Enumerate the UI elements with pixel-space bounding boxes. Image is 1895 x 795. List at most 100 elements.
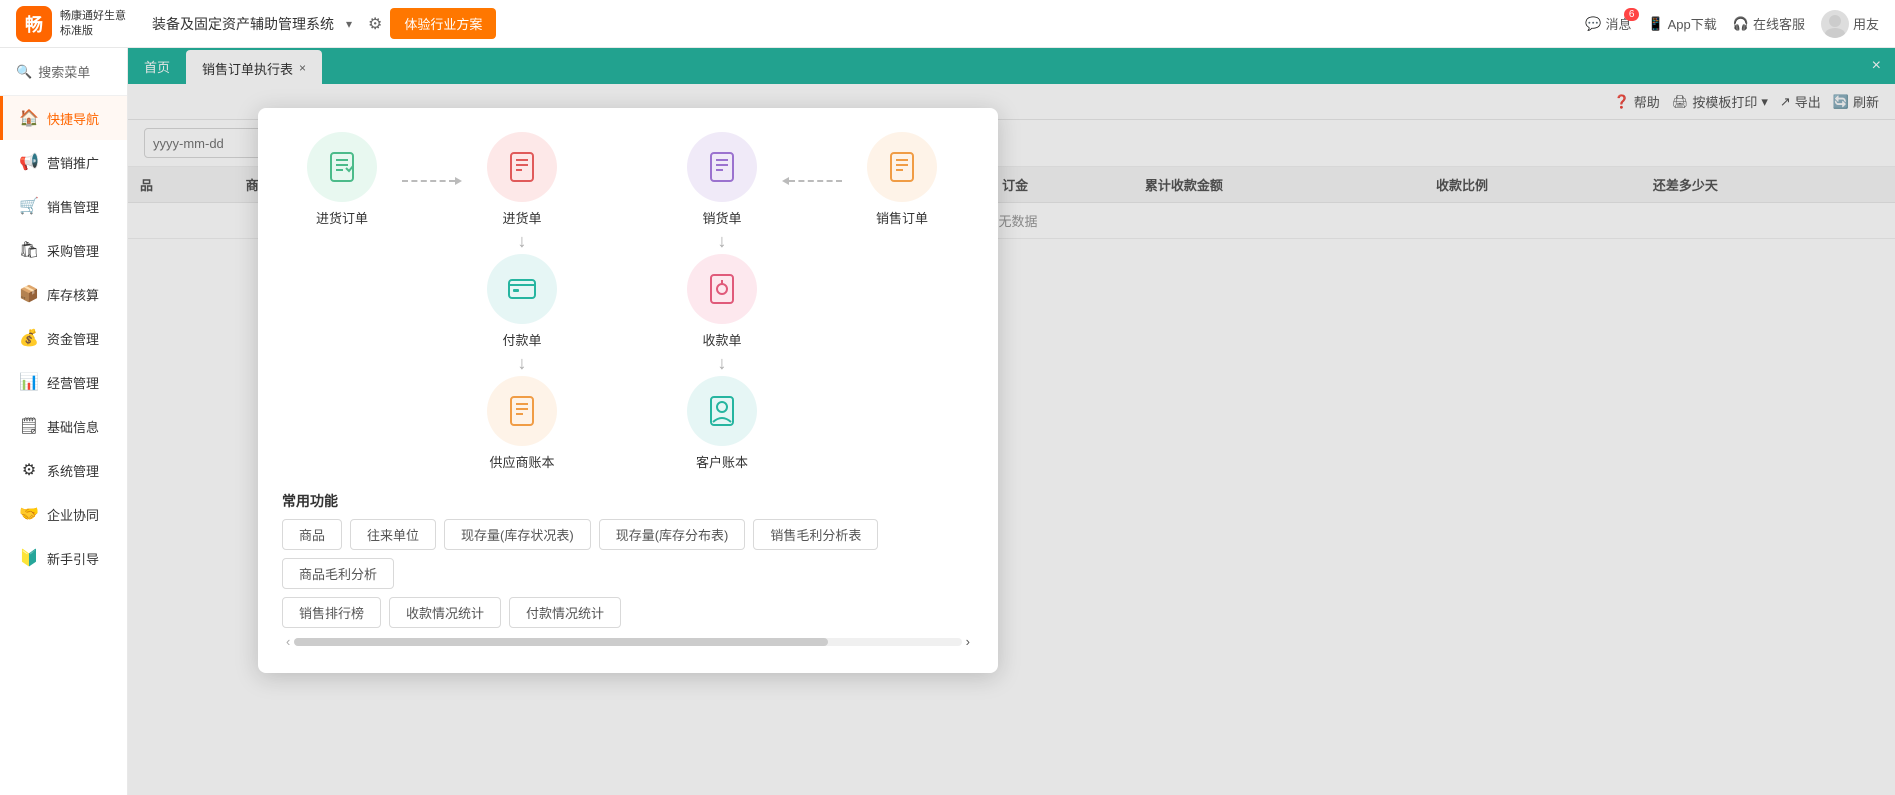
quick-btn-payment-stat[interactable]: 付款情况统计 [509, 597, 621, 628]
system-icon: ⚙ [19, 460, 39, 480]
sidebar-item-operations[interactable]: 📊 经营管理 [0, 360, 127, 404]
scroll-hint: ‹ › [282, 628, 974, 649]
quick-btn-stock-dist[interactable]: 现存量(库存分布表) [599, 519, 746, 550]
circle-customer-ledger [687, 376, 757, 446]
user-item[interactable]: 用友 [1821, 10, 1879, 38]
sidebar-label-guide: 新手引导 [47, 549, 99, 568]
label-purchase-order: 进货订单 [316, 208, 368, 227]
sidebar-item-marketing[interactable]: 📢 营销推广 [0, 140, 127, 184]
inventory-icon: 📦 [19, 284, 39, 304]
circle-purchase-bill [487, 132, 557, 202]
scroll-bar[interactable] [294, 638, 961, 646]
sidebar-label-system: 系统管理 [47, 461, 99, 480]
node-receipt-bill[interactable]: 收款单 [662, 254, 782, 349]
node-supplier-ledger[interactable]: 供应商账本 [462, 376, 582, 471]
quick-btn-product-gross[interactable]: 商品毛利分析 [282, 558, 394, 589]
label-sales-bill: 销货单 [702, 208, 741, 227]
circle-payment-bill [487, 254, 557, 324]
circle-sales-bill [687, 132, 757, 202]
sidebar-label-marketing: 营销推广 [47, 153, 99, 172]
app-download-item[interactable]: 📱 App下载 [1647, 14, 1716, 33]
sidebar-item-guide[interactable]: 🔰 新手引导 [0, 536, 127, 580]
scroll-thumb [294, 638, 828, 646]
marketing-icon: 📢 [19, 152, 39, 172]
content-area: 首页 销售订单执行表 × × ❓ 帮助 🖨 按模板打印 ▾ [128, 48, 1895, 795]
finance-icon: 💰 [19, 328, 39, 348]
circle-supplier-ledger [487, 376, 557, 446]
quick-btns-container-2: 销售排行榜 收款情况统计 付款情况统计 [282, 597, 974, 628]
quick-btns-container: 商品 往来单位 现存量(库存状况表) 现存量(库存分布表) 销售毛利分析表 商品… [282, 519, 974, 589]
node-payment-bill[interactable]: 付款单 [462, 254, 582, 349]
home-icon: 🏠 [19, 108, 39, 128]
sidebar-search-area: 🔍 搜索菜单 [0, 48, 127, 96]
experience-btn[interactable]: 体验行业方案 [390, 8, 496, 39]
node-sales-bill[interactable]: 销货单 [662, 132, 782, 227]
popup-card: 进货订单 进货单 [258, 108, 998, 673]
message-badge: 6 [1624, 8, 1640, 21]
app-wrapper: 畅 畅康通好生意 标准版 装备及固定资产辅助管理系统 ▾ ⚙ 体验行业方案 💬 … [0, 0, 1895, 795]
sidebar-label-inventory: 库存核算 [47, 285, 99, 304]
sidebar-label-finance: 资金管理 [47, 329, 99, 348]
sidebar-item-inventory[interactable]: 📦 库存核算 [0, 272, 127, 316]
top-bar-right: 💬 消息 6 📱 App下载 🎧 在线客服 用友 [1585, 10, 1879, 38]
main-area: 🔍 搜索菜单 🏠 快捷导航 📢 营销推广 🛒 销售管理 🛍 [0, 48, 1895, 795]
node-customer-ledger[interactable]: 客户账本 [662, 376, 782, 471]
circle-receipt-bill [687, 254, 757, 324]
scroll-left-btn[interactable]: ‹ [286, 634, 290, 649]
online-service-item[interactable]: 🎧 在线客服 [1733, 14, 1805, 33]
sidebar-label-sales: 销售管理 [47, 197, 99, 216]
phone-icon: 📱 [1647, 16, 1663, 32]
quick-btn-product[interactable]: 商品 [282, 519, 342, 550]
sidebar-menu: 🏠 快捷导航 📢 营销推广 🛒 销售管理 🛍 采购管理 📦 库存核 [0, 96, 127, 795]
search-menu-btn[interactable]: 🔍 搜索菜单 [8, 58, 119, 85]
operations-icon: 📊 [19, 372, 39, 392]
circle-sales-order [867, 132, 937, 202]
sidebar-label-basic-info: 基础信息 [47, 417, 99, 436]
sidebar-label-purchase: 采购管理 [47, 241, 99, 260]
headset-icon: 🎧 [1733, 16, 1749, 32]
sidebar: 🔍 搜索菜单 🏠 快捷导航 📢 营销推广 🛒 销售管理 🛍 [0, 48, 128, 795]
logo-icon: 畅 [16, 6, 52, 42]
top-bar-center: 装备及固定资产辅助管理系统 ▾ ⚙ 体验行业方案 [144, 8, 1585, 39]
sidebar-item-basic-info[interactable]: 🗒 基础信息 [0, 404, 127, 448]
label-payment-bill: 付款单 [502, 330, 541, 349]
quick-btn-receipt-stat[interactable]: 收款情况统计 [389, 597, 501, 628]
sidebar-label-quick-nav: 快捷导航 [47, 109, 99, 128]
top-bar: 畅 畅康通好生意 标准版 装备及固定资产辅助管理系统 ▾ ⚙ 体验行业方案 💬 … [0, 0, 1895, 48]
node-sales-order[interactable]: 销售订单 [842, 132, 962, 227]
quick-btn-partner[interactable]: 往来单位 [350, 519, 436, 550]
quick-btn-sales-gross[interactable]: 销售毛利分析表 [753, 519, 878, 550]
sidebar-item-purchase[interactable]: 🛍 采购管理 [0, 228, 127, 272]
sidebar-label-collab: 企业协同 [47, 505, 99, 524]
logo-text: 畅康通好生意 标准版 [60, 9, 126, 38]
node-purchase-bill[interactable]: 进货单 [462, 132, 582, 227]
user-label: 用友 [1853, 14, 1879, 33]
guide-icon: 🔰 [19, 548, 39, 568]
purchase-icon: 🛍 [19, 240, 39, 260]
message-icon: 💬 [1585, 16, 1601, 32]
search-icon: 🔍 [16, 64, 32, 80]
sales-icon: 🛒 [19, 196, 39, 216]
quick-btn-sales-rank[interactable]: 销售排行榜 [282, 597, 381, 628]
avatar [1821, 10, 1849, 38]
sidebar-item-system[interactable]: ⚙ 系统管理 [0, 448, 127, 492]
label-customer-ledger: 客户账本 [696, 452, 748, 471]
message-item[interactable]: 💬 消息 6 [1585, 14, 1631, 33]
basic-info-icon: 🗒 [19, 416, 39, 436]
common-functions-title: 常用功能 [282, 491, 974, 511]
sidebar-label-operations: 经营管理 [47, 373, 99, 392]
logo-area: 畅 畅康通好生意 标准版 [16, 6, 144, 42]
sidebar-item-sales[interactable]: 🛒 销售管理 [0, 184, 127, 228]
system-title: 装备及固定资产辅助管理系统 [152, 14, 334, 34]
sidebar-item-quick-nav[interactable]: 🏠 快捷导航 [0, 96, 127, 140]
quick-btn-stock-status[interactable]: 现存量(库存状况表) [444, 519, 591, 550]
settings-icon[interactable]: ⚙ [368, 14, 382, 34]
scroll-right-btn[interactable]: › [966, 634, 970, 649]
dropdown-arrow-icon[interactable]: ▾ [346, 17, 352, 31]
node-purchase-order[interactable]: 进货订单 [282, 132, 402, 227]
label-purchase-bill: 进货单 [502, 208, 541, 227]
sidebar-item-collab[interactable]: 🤝 企业协同 [0, 492, 127, 536]
sidebar-item-finance[interactable]: 💰 资金管理 [0, 316, 127, 360]
label-sales-order: 销售订单 [876, 208, 928, 227]
label-supplier-ledger: 供应商账本 [489, 452, 554, 471]
